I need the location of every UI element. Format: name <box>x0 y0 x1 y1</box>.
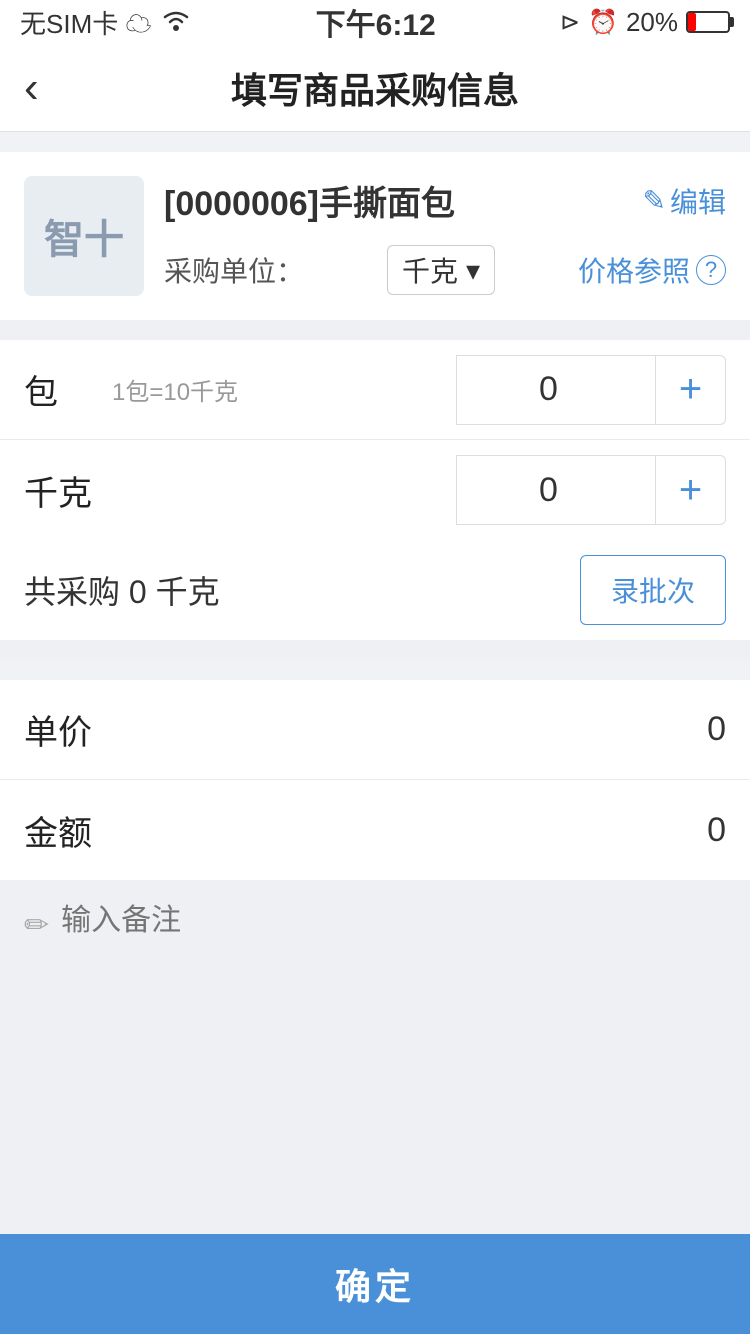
amount-value: 0 <box>124 811 726 850</box>
product-full-name: [0000006]手撕面包 <box>164 176 455 225</box>
kg-input-wrap: + <box>456 455 726 525</box>
wifi-icon <box>161 7 191 38</box>
remarks-input[interactable] <box>61 904 726 938</box>
summary-text: 共采购 0 千克 <box>24 567 220 613</box>
summary-row: 共采购 0 千克 录批次 <box>0 540 750 640</box>
bag-sub-label: 1包=10千克 <box>112 372 238 407</box>
edit-label: 编辑 <box>670 181 726 221</box>
kg-row: 千克 + <box>0 440 750 540</box>
location-icon: ⊳ <box>560 8 580 37</box>
product-logo: 智十 <box>44 207 124 265</box>
bag-label: 包 <box>24 365 104 414</box>
kg-plus-button[interactable]: + <box>656 455 726 525</box>
status-bar: 无SIM卡 ☁ 下午6:12 ⊳ ⏰ 20% <box>0 0 750 44</box>
batch-button[interactable]: 录批次 <box>580 555 726 625</box>
info-section: 单价 0 金额 0 <box>0 680 750 880</box>
section-divider-2 <box>0 640 750 660</box>
product-card: 智十 [0000006]手撕面包 ✎ 编辑 采购单位： 千克 ▾ 价格参照 ? <box>0 152 750 320</box>
product-info: [0000006]手撕面包 ✎ 编辑 采购单位： 千克 ▾ 价格参照 ? <box>164 176 726 295</box>
sim-label: 无SIM卡 ☁ <box>20 4 151 41</box>
edit-icon: ✎ <box>643 184 666 217</box>
status-right: ⊳ ⏰ 20% <box>560 7 730 38</box>
info-icon: ? <box>696 255 726 285</box>
bag-plus-button[interactable]: + <box>656 355 726 425</box>
confirm-button[interactable]: 确定 <box>0 1234 750 1334</box>
nav-bar: ‹ 填写商品采购信息 <box>0 44 750 132</box>
bag-row: 包 1包=10千克 + <box>0 340 750 440</box>
battery-icon <box>686 11 730 33</box>
unit-value: 千克 <box>402 250 458 290</box>
bag-input-wrap: + <box>456 355 726 425</box>
quantity-section: 包 1包=10千克 + 千克 + <box>0 340 750 540</box>
amount-label: 金额 <box>24 806 124 855</box>
page-title: 填写商品采购信息 <box>231 62 519 114</box>
product-name-row: [0000006]手撕面包 ✎ 编辑 <box>164 176 726 225</box>
unit-price-row: 单价 0 <box>0 680 750 780</box>
kg-qty-input[interactable] <box>456 455 656 525</box>
main-spacer <box>0 980 750 1240</box>
battery-percent: 20% <box>626 7 678 38</box>
price-ref-button[interactable]: 价格参照 ? <box>578 250 726 290</box>
unit-price-label: 单价 <box>24 705 124 754</box>
unit-select[interactable]: 千克 ▾ <box>387 245 495 295</box>
section-divider-1 <box>0 320 750 340</box>
kg-label: 千克 <box>24 466 104 515</box>
status-time: 下午6:12 <box>316 0 436 44</box>
pencil-icon: ✏ <box>24 908 49 943</box>
price-ref-label: 价格参照 <box>578 250 690 290</box>
unit-price-value: 0 <box>124 710 726 749</box>
product-image: 智十 <box>24 176 144 296</box>
remarks-section: ✏ <box>0 880 750 980</box>
unit-row: 采购单位： 千克 ▾ 价格参照 ? <box>164 245 726 295</box>
back-button[interactable]: ‹ <box>24 66 39 110</box>
edit-button[interactable]: ✎ 编辑 <box>643 181 726 221</box>
amount-row: 金额 0 <box>0 780 750 880</box>
bag-qty-input[interactable] <box>456 355 656 425</box>
alarm-icon: ⏰ <box>588 8 618 37</box>
chevron-down-icon: ▾ <box>466 254 480 287</box>
status-left: 无SIM卡 ☁ <box>20 4 191 41</box>
unit-label: 采购单位： <box>164 250 304 290</box>
